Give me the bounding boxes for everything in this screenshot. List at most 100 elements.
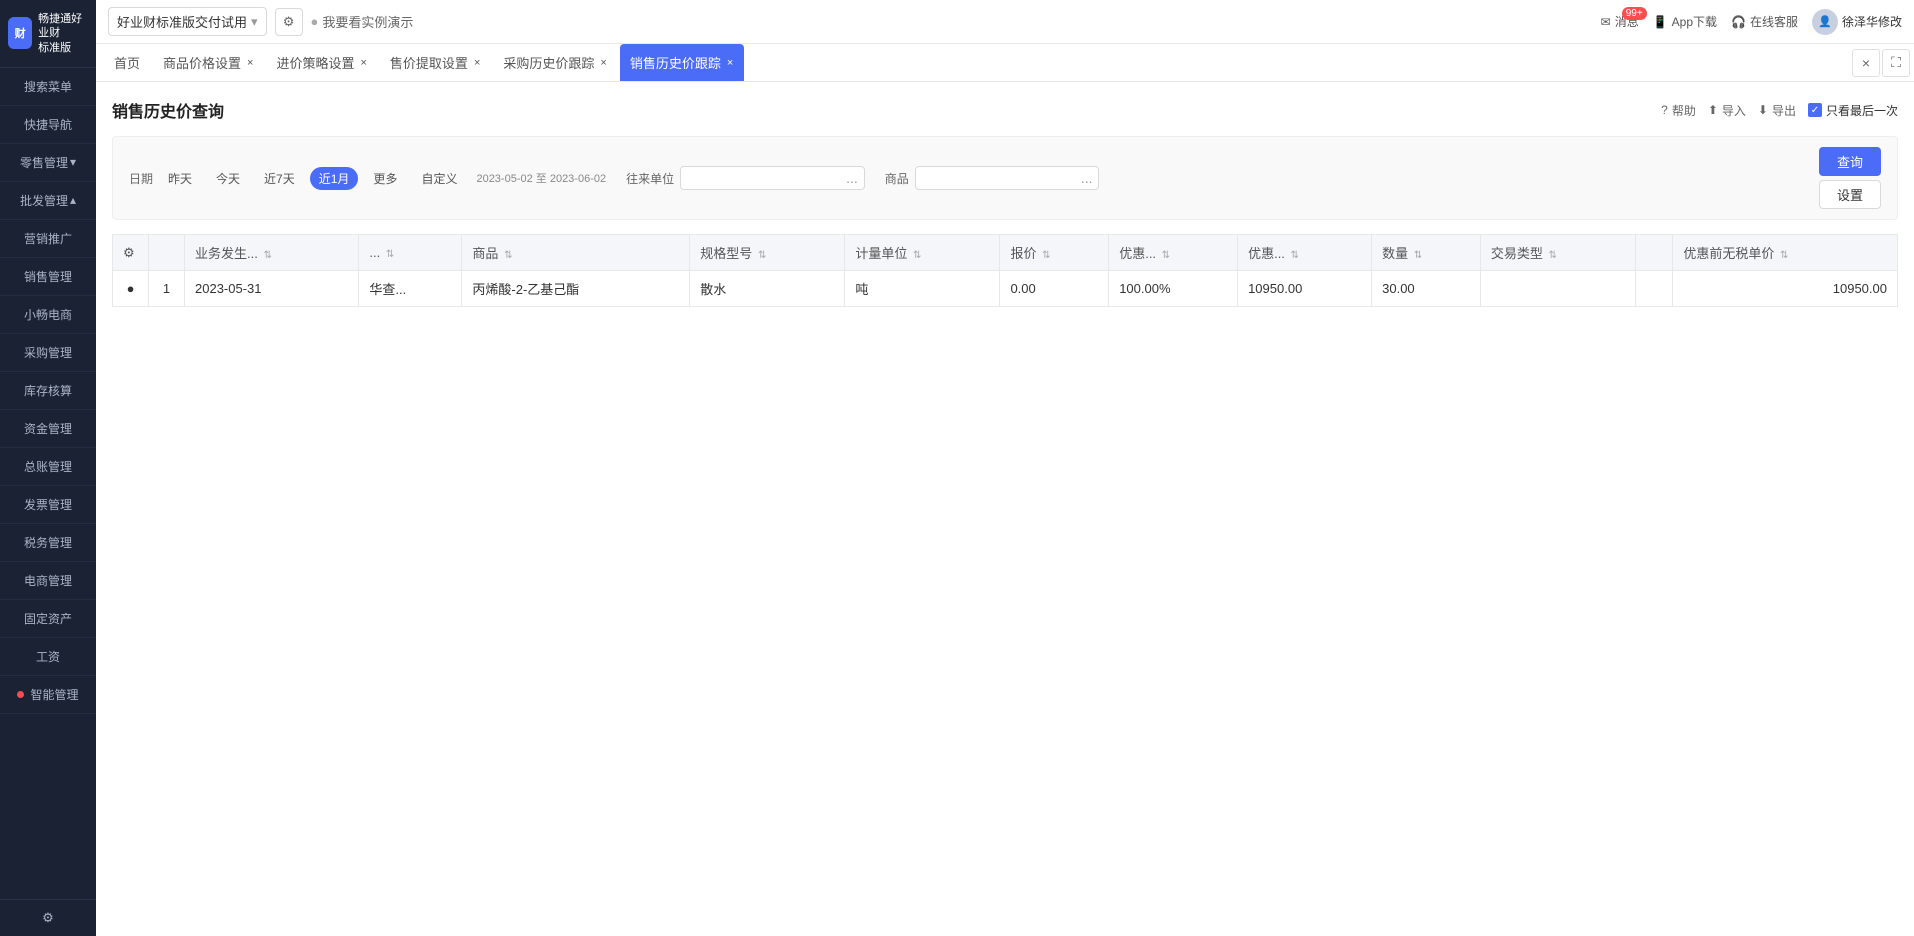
sort-icon: ⇅: [1042, 250, 1050, 261]
top-header-left: 好业财标准版交付试用 ▾ ⚙ ● 我要看实例演示: [108, 7, 413, 36]
table-col-biz-date[interactable]: 业务发生... ⇅: [185, 235, 359, 271]
table-col-pretax-price[interactable]: 优惠前无税单价 ⇅: [1673, 235, 1898, 271]
tab-sales-history[interactable]: 销售历史价跟踪 ×: [620, 44, 744, 81]
sidebar-item-fixed-assets[interactable]: 固定资产: [0, 600, 96, 638]
table-col-discount-rate[interactable]: 优惠... ⇅: [1109, 235, 1238, 271]
checkbox-icon: ✓: [1808, 103, 1822, 117]
tab-close-btn[interactable]: ×: [474, 57, 480, 69]
sidebar-item-label: 销售管理: [24, 270, 72, 284]
product-input[interactable]: [922, 171, 1077, 185]
user-info[interactable]: 👤 徐泽华修改: [1812, 9, 1902, 35]
sidebar-item-wholesale-mgmt[interactable]: 批发管理 ▴: [0, 182, 96, 220]
table-col-more[interactable]: ... ⇅: [359, 235, 462, 271]
demo-label: 我要看实例演示: [322, 12, 413, 31]
date-btn-today[interactable]: 今天: [207, 167, 249, 190]
tab-close-btn[interactable]: ×: [727, 57, 733, 69]
logo-icon: 财: [8, 17, 32, 49]
row-trade-type: [1480, 271, 1635, 307]
messages-btn[interactable]: ✉ 消息 99+: [1601, 13, 1639, 30]
sidebar-item-search-menu[interactable]: 搜索菜单: [0, 68, 96, 106]
sidebar-item-marketing[interactable]: 营销推广: [0, 220, 96, 258]
sidebar-item-retail-mgmt[interactable]: 零售管理 ▾: [0, 144, 96, 182]
sidebar-item-general-ledger[interactable]: 总账管理: [0, 448, 96, 486]
table-col-product[interactable]: 商品 ⇅: [462, 235, 690, 271]
tab-commodity-price[interactable]: 商品价格设置 ×: [153, 44, 264, 81]
sidebar-settings-btn[interactable]: ⚙: [0, 899, 96, 936]
sidebar-item-ecommerce[interactable]: 小畅电商: [0, 296, 96, 334]
sort-icon: ⇅: [913, 250, 921, 261]
supplier-filter-label: 往来单位: [626, 170, 674, 187]
sidebar-item-capital-mgmt[interactable]: 资金管理: [0, 410, 96, 448]
app-download-btn[interactable]: 📱 App下载: [1653, 13, 1717, 30]
tab-close-btn[interactable]: ×: [247, 57, 253, 69]
table-col-spec-model[interactable]: 规格型号 ⇅: [690, 235, 845, 271]
online-service-btn[interactable]: 🎧 在线客服: [1731, 13, 1798, 30]
sidebar: 财 畅捷通好业财 标准版 搜索菜单 快捷导航 零售管理 ▾ 批发管理 ▴ 营销推…: [0, 0, 96, 936]
tab-label: 采购历史价跟踪: [503, 53, 594, 72]
table-col-discount-amt[interactable]: 优惠... ⇅: [1238, 235, 1372, 271]
product-dots-btn[interactable]: ...: [1081, 170, 1093, 186]
query-btn[interactable]: 查询: [1819, 147, 1881, 176]
sort-icon: ⇅: [263, 250, 271, 261]
row-quoted-price: 0.00: [1000, 271, 1109, 307]
supplier-input-wrap[interactable]: ...: [680, 166, 865, 190]
top-header-right: ✉ 消息 99+ 📱 App下载 🎧 在线客服 👤 徐泽华修改: [1601, 9, 1902, 35]
import-btn[interactable]: ⬆ 导入: [1708, 102, 1746, 119]
sidebar-item-invoice-mgmt[interactable]: 发票管理: [0, 486, 96, 524]
sidebar-item-purchase-mgmt[interactable]: 采购管理: [0, 334, 96, 372]
table-col-quantity[interactable]: 数量 ⇅: [1372, 235, 1481, 271]
sidebar-item-payroll[interactable]: 工资: [0, 638, 96, 676]
tab-close-window-btn[interactable]: ×: [1852, 49, 1880, 77]
export-label: 导出: [1772, 102, 1796, 119]
date-btn-custom[interactable]: 自定义: [412, 167, 466, 190]
tab-close-btn[interactable]: ×: [360, 57, 366, 69]
help-btn[interactable]: ? 帮助: [1661, 102, 1696, 119]
tab-purchase-history[interactable]: 采购历史价跟踪 ×: [493, 44, 617, 81]
table-col-gear[interactable]: ⚙: [113, 235, 149, 271]
row-gear[interactable]: ●: [113, 271, 149, 307]
date-btn-last1month[interactable]: 近1月: [310, 167, 359, 190]
product-input-wrap[interactable]: ...: [915, 166, 1100, 190]
sort-icon: ⇅: [1162, 250, 1170, 261]
sidebar-item-tax-mgmt[interactable]: 税务管理: [0, 524, 96, 562]
date-filter-group: 日期 昨天 今天 近7天 近1月 更多 自定义 2023-05-02 至 202…: [129, 167, 606, 190]
settings-action-btn[interactable]: 设置: [1819, 180, 1881, 209]
row-unit: 吨: [845, 271, 1000, 307]
date-range-display: 2023-05-02 至 2023-06-02: [476, 170, 606, 186]
tab-home[interactable]: 首页: [104, 44, 151, 81]
sidebar-item-ecomm-mgmt[interactable]: 电商管理: [0, 562, 96, 600]
tabs-bar: 首页 商品价格设置 × 进价策略设置 × 售价提取设置 × 采购历史价跟踪 × …: [96, 44, 1914, 82]
sidebar-item-label: 智能管理: [30, 686, 78, 703]
row-product: 丙烯酸-2-乙基己酯: [462, 271, 690, 307]
sidebar-item-quick-nav[interactable]: 快捷导航: [0, 106, 96, 144]
question-icon: ?: [1661, 103, 1668, 117]
message-icon: ✉: [1601, 15, 1611, 29]
import-icon: ⬆: [1708, 103, 1718, 117]
date-btn-more[interactable]: 更多: [364, 167, 406, 190]
table-col-unit[interactable]: 计量单位 ⇅: [845, 235, 1000, 271]
table-col-quoted-price[interactable]: 报价 ⇅: [1000, 235, 1109, 271]
only-last-checkbox[interactable]: ✓ 只看最后一次: [1808, 102, 1898, 119]
date-btn-yesterday[interactable]: 昨天: [159, 167, 201, 190]
sort-icon: ⇅: [1291, 250, 1299, 261]
tab-label: 进价策略设置: [276, 53, 354, 72]
date-btn-last7days[interactable]: 近7天: [255, 167, 304, 190]
tab-close-btn[interactable]: ×: [600, 57, 606, 69]
tab-expand-btn[interactable]: ⛶: [1882, 49, 1910, 77]
sidebar-item-smart-mgmt[interactable]: 智能管理: [0, 676, 96, 714]
supplier-dots-btn[interactable]: ...: [846, 170, 858, 186]
tabs-left: 首页 商品价格设置 × 进价策略设置 × 售价提取设置 × 采购历史价跟踪 × …: [104, 44, 744, 81]
header-settings-btn[interactable]: ⚙: [275, 8, 303, 36]
sidebar-item-inventory[interactable]: 库存核算: [0, 372, 96, 410]
messages-badge: 99+: [1622, 7, 1647, 20]
sidebar-item-sales-mgmt[interactable]: 销售管理: [0, 258, 96, 296]
sort-icon: ⇅: [1549, 250, 1557, 261]
demo-btn[interactable]: ● 我要看实例演示: [311, 12, 414, 31]
export-btn[interactable]: ⬇ 导出: [1758, 102, 1796, 119]
sidebar-item-label: 小畅电商: [24, 308, 72, 322]
table-col-trade-type[interactable]: 交易类型 ⇅: [1480, 235, 1635, 271]
tab-price-extract[interactable]: 售价提取设置 ×: [380, 44, 491, 81]
tab-pricing-strategy[interactable]: 进价策略设置 ×: [266, 44, 377, 81]
supplier-input[interactable]: [687, 171, 842, 185]
version-selector[interactable]: 好业财标准版交付试用 ▾: [108, 7, 267, 36]
